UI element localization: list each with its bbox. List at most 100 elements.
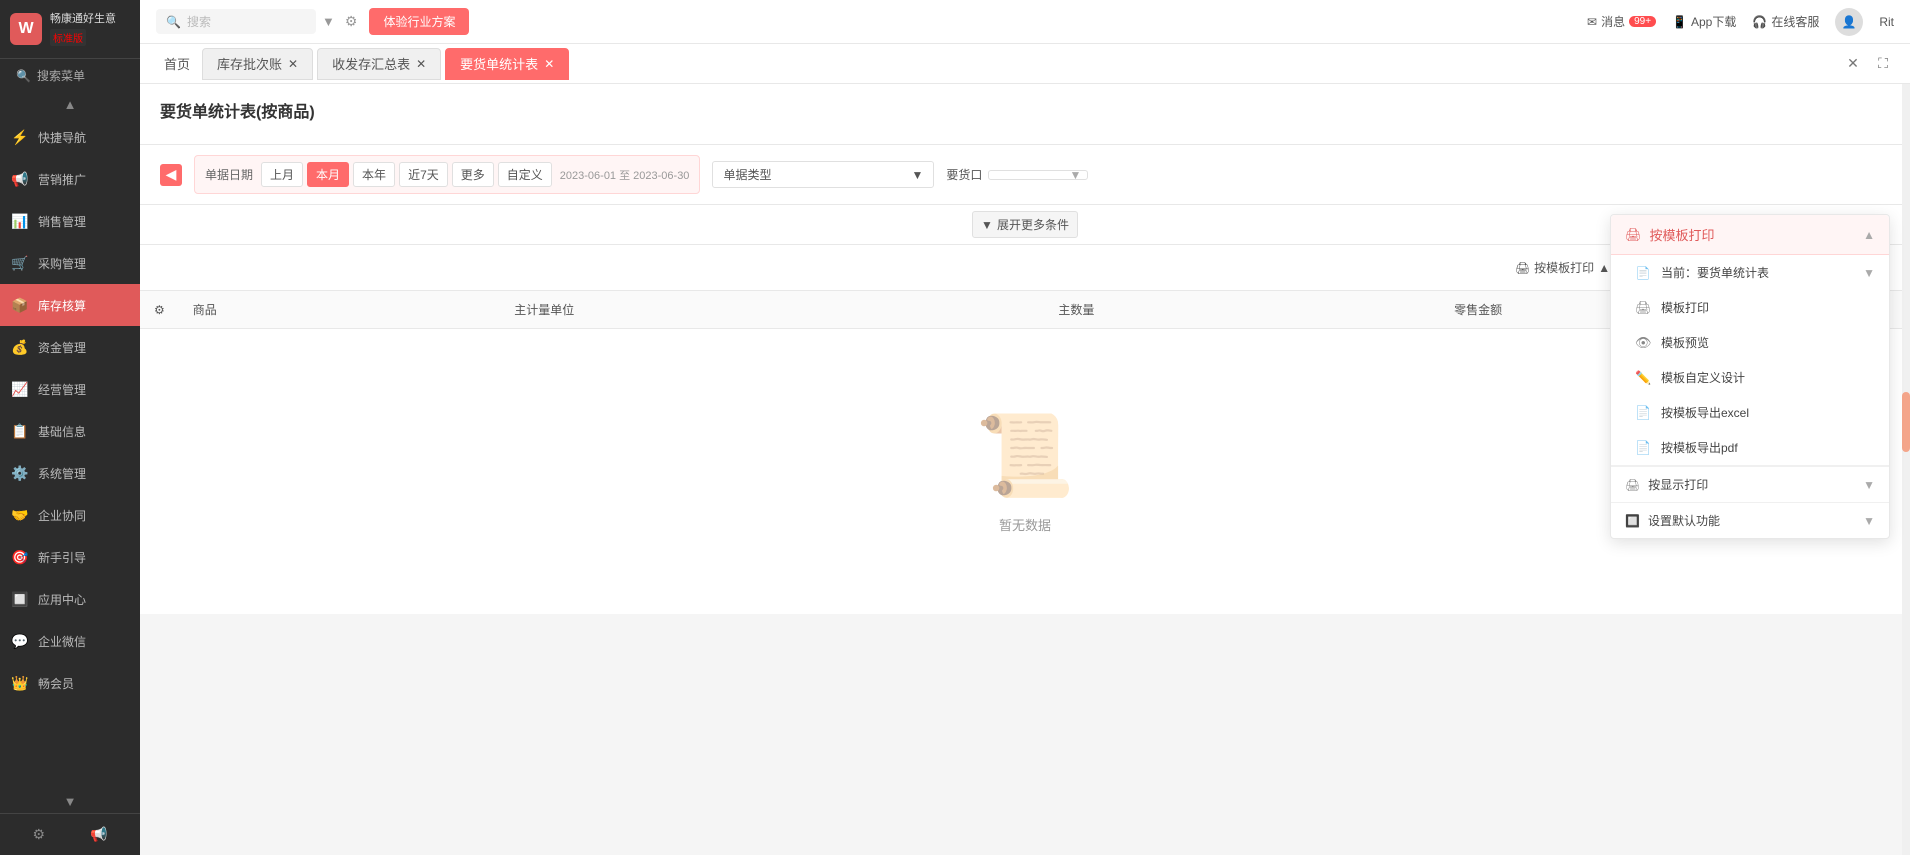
empty-text: 暂无数据 <box>999 515 1051 534</box>
dropdown-item-template-export-excel[interactable]: 📄 按模板导出excel <box>1611 395 1889 430</box>
topbar-search[interactable]: 🔍 搜索 <box>156 9 316 34</box>
sidebar-item-operation[interactable]: 📈 经营管理 <box>0 368 140 410</box>
dropdown-current-item[interactable]: 📄 当前：要货单统计表 ▼ <box>1611 255 1889 290</box>
tab-close-inventory-batch[interactable]: ✕ <box>288 57 298 71</box>
tab-order-stats[interactable]: 要货单统计表✕ <box>445 48 569 80</box>
nav-label-basic: 基础信息 <box>38 423 86 440</box>
nav-label-cooperation: 企业协同 <box>38 507 86 524</box>
dropdown-header[interactable]: 🖨 按模板打印 ▲ <box>1611 215 1889 255</box>
maximize-window-btn[interactable]: ⛶ <box>1872 53 1894 75</box>
dropdown-header-label: 按模板打印 <box>1650 225 1715 244</box>
sidebar-item-quick-nav[interactable]: ⚡ 快捷导航 <box>0 116 140 158</box>
sidebar-item-finance[interactable]: 💰 资金管理 <box>0 326 140 368</box>
nav-label-marketing: 营销推广 <box>38 171 86 188</box>
dropdown-item-template-print[interactable]: 🖨 模板打印 <box>1611 290 1889 325</box>
headset-icon: 🎧 <box>1752 15 1767 29</box>
close-window-btn[interactable]: ✕ <box>1842 53 1864 75</box>
nav-label-system: 系统管理 <box>38 465 86 482</box>
nav-label-sales: 销售管理 <box>38 213 86 230</box>
sidebar-item-basic[interactable]: 📋 基础信息 <box>0 410 140 452</box>
messages-btn[interactable]: ✉ 消息 99+ <box>1587 13 1656 30</box>
nav-icon-finance: 💰 <box>10 337 30 357</box>
scroll-up-btn[interactable]: ▲ <box>60 94 80 114</box>
date-btn-更多[interactable]: 更多 <box>452 162 494 187</box>
sidebar-item-inventory[interactable]: 📦 库存核算 <box>0 284 140 326</box>
date-filter-section: 单据日期 上月本月本年近7天更多自定义 2023-06-01 至 2023-06… <box>194 155 700 194</box>
date-btn-自定义[interactable]: 自定义 <box>498 162 552 187</box>
sidebar-item-purchase[interactable]: 🛒 采购管理 <box>0 242 140 284</box>
sidebar: W 畅康通好生意 标准版 🔍 搜索菜单 ▲ ⚡ 快捷导航 📢 营销推广 📊 销售… <box>0 0 140 855</box>
scroll-down-btn[interactable]: ▼ <box>60 791 80 811</box>
dropdown-item-template-export-pdf[interactable]: 📄 按模板导出pdf <box>1611 430 1889 465</box>
dropdown-item-template-preview[interactable]: 👁 模板预览 <box>1611 325 1889 360</box>
nav-label-app-center: 应用中心 <box>38 591 86 608</box>
sidebar-item-cooperation[interactable]: 🤝 企业协同 <box>0 494 140 536</box>
print-btn[interactable]: 🖨 按模板打印 ▲ <box>1515 259 1610 276</box>
table-col-settings[interactable]: ⚙ <box>140 291 179 329</box>
tab-collection-summary[interactable]: 收发存汇总表✕ <box>317 48 441 80</box>
nav-label-purchase: 采购管理 <box>38 255 86 272</box>
dropdown-item-template-custom[interactable]: ✏️ 模板自定义设计 <box>1611 360 1889 395</box>
app-name: 畅康通好生意 <box>50 12 116 27</box>
date-btn-本年[interactable]: 本年 <box>353 162 395 187</box>
topbar-gear-icon[interactable]: ⚙ <box>345 13 358 30</box>
order-filter-label: 要货口 <box>946 166 982 183</box>
sidebar-item-member[interactable]: 👑 畅会员 <box>0 662 140 704</box>
set-default-arrow: ▼ <box>1863 514 1875 528</box>
dropdown-header-left: 🖨 按模板打印 <box>1625 225 1715 244</box>
print-dropdown: 🖨 按模板打印 ▲ 📄 当前：要货单统计表 ▼ 🖨 模板打印 👁 模板预览 ✏️… <box>1610 214 1890 539</box>
date-group: 上月本月本年近7天更多自定义 <box>261 162 552 187</box>
tab-close-collection-summary[interactable]: ✕ <box>416 57 426 71</box>
filter-collapse-btn[interactable]: ◀ <box>160 164 182 186</box>
date-btn-上月[interactable]: 上月 <box>261 162 303 187</box>
nav-icon-newbie: 🎯 <box>10 547 30 567</box>
topbar-actions: ✉ 消息 99+ 📱 App下载 🎧 在线客服 👤 Rit <box>1587 8 1894 36</box>
table-col-quantity: 主数量 <box>1044 291 1440 329</box>
type-filter-label: 单据类型 <box>723 166 771 183</box>
type-filter-select[interactable]: 单据类型 ▼ <box>712 161 934 188</box>
expand-more-btn[interactable]: ▼ 展开更多条件 <box>972 211 1078 238</box>
nav-icon-marketing: 📢 <box>10 169 30 189</box>
trial-btn[interactable]: 体验行业方案 <box>369 8 469 35</box>
sidebar-item-app-center[interactable]: 🔲 应用中心 <box>0 578 140 620</box>
order-filter-group: 要货口 ▼ <box>946 166 1088 183</box>
dropdown-item-icon-template-export-pdf: 📄 <box>1635 440 1651 456</box>
dropdown-set-default-item[interactable]: 🔲 设置默认功能 ▼ <box>1611 502 1889 538</box>
search-menu[interactable]: 🔍 搜索菜单 <box>0 59 140 92</box>
dropdown-item-icon-template-print: 🖨 <box>1635 300 1651 316</box>
dropdown-current-left: 📄 当前：要货单统计表 <box>1635 264 1769 281</box>
nav-icon-wechat: 💬 <box>10 631 30 651</box>
print-arrow: ▲ <box>1598 261 1610 275</box>
scrollbar-track <box>1902 84 1910 855</box>
app-download-label: App下载 <box>1691 13 1736 30</box>
dropdown-display-print-item[interactable]: 🖨 按显示打印 ▼ <box>1611 466 1889 502</box>
tab-label-home: 首页 <box>164 54 190 73</box>
dropdown-item-label-template-export-excel: 按模板导出excel <box>1661 404 1749 421</box>
dropdown-item-label-template-export-pdf: 按模板导出pdf <box>1661 439 1738 456</box>
speaker-footer-icon[interactable]: 📢 <box>90 826 107 843</box>
date-filter-label: 单据日期 <box>205 166 253 183</box>
nav-icon-inventory: 📦 <box>10 295 30 315</box>
tab-home[interactable]: 首页 <box>156 48 198 80</box>
online-service-btn[interactable]: 🎧 在线客服 <box>1752 13 1819 30</box>
nav-icon-member: 👑 <box>10 673 30 693</box>
scrollbar-thumb[interactable] <box>1902 392 1910 452</box>
app-download-btn[interactable]: 📱 App下载 <box>1672 13 1736 30</box>
order-filter-select[interactable]: ▼ <box>988 170 1088 180</box>
tab-inventory-batch[interactable]: 库存批次账✕ <box>202 48 313 80</box>
date-btn-近7天[interactable]: 近7天 <box>399 162 448 187</box>
main-area: 🔍 搜索 ▼ ⚙ 体验行业方案 ✉ 消息 99+ 📱 App下载 🎧 在线客服 … <box>140 0 1910 855</box>
tab-close-order-stats[interactable]: ✕ <box>544 57 554 71</box>
sidebar-item-wechat[interactable]: 💬 企业微信 <box>0 620 140 662</box>
set-default-icon: 🔲 <box>1625 514 1640 528</box>
date-btn-本月[interactable]: 本月 <box>307 162 349 187</box>
dropdown-item-label-template-print: 模板打印 <box>1661 299 1709 316</box>
sidebar-item-sales[interactable]: 📊 销售管理 <box>0 200 140 242</box>
settings-footer-icon[interactable]: ⚙ <box>33 826 46 843</box>
topbar-dropdown-btn[interactable]: ▼ <box>322 14 335 29</box>
user-avatar[interactable]: 👤 <box>1835 8 1863 36</box>
sidebar-item-newbie[interactable]: 🎯 新手引导 <box>0 536 140 578</box>
print-label: 按模板打印 <box>1534 259 1594 276</box>
sidebar-item-marketing[interactable]: 📢 营销推广 <box>0 158 140 200</box>
sidebar-item-system[interactable]: ⚙️ 系统管理 <box>0 452 140 494</box>
